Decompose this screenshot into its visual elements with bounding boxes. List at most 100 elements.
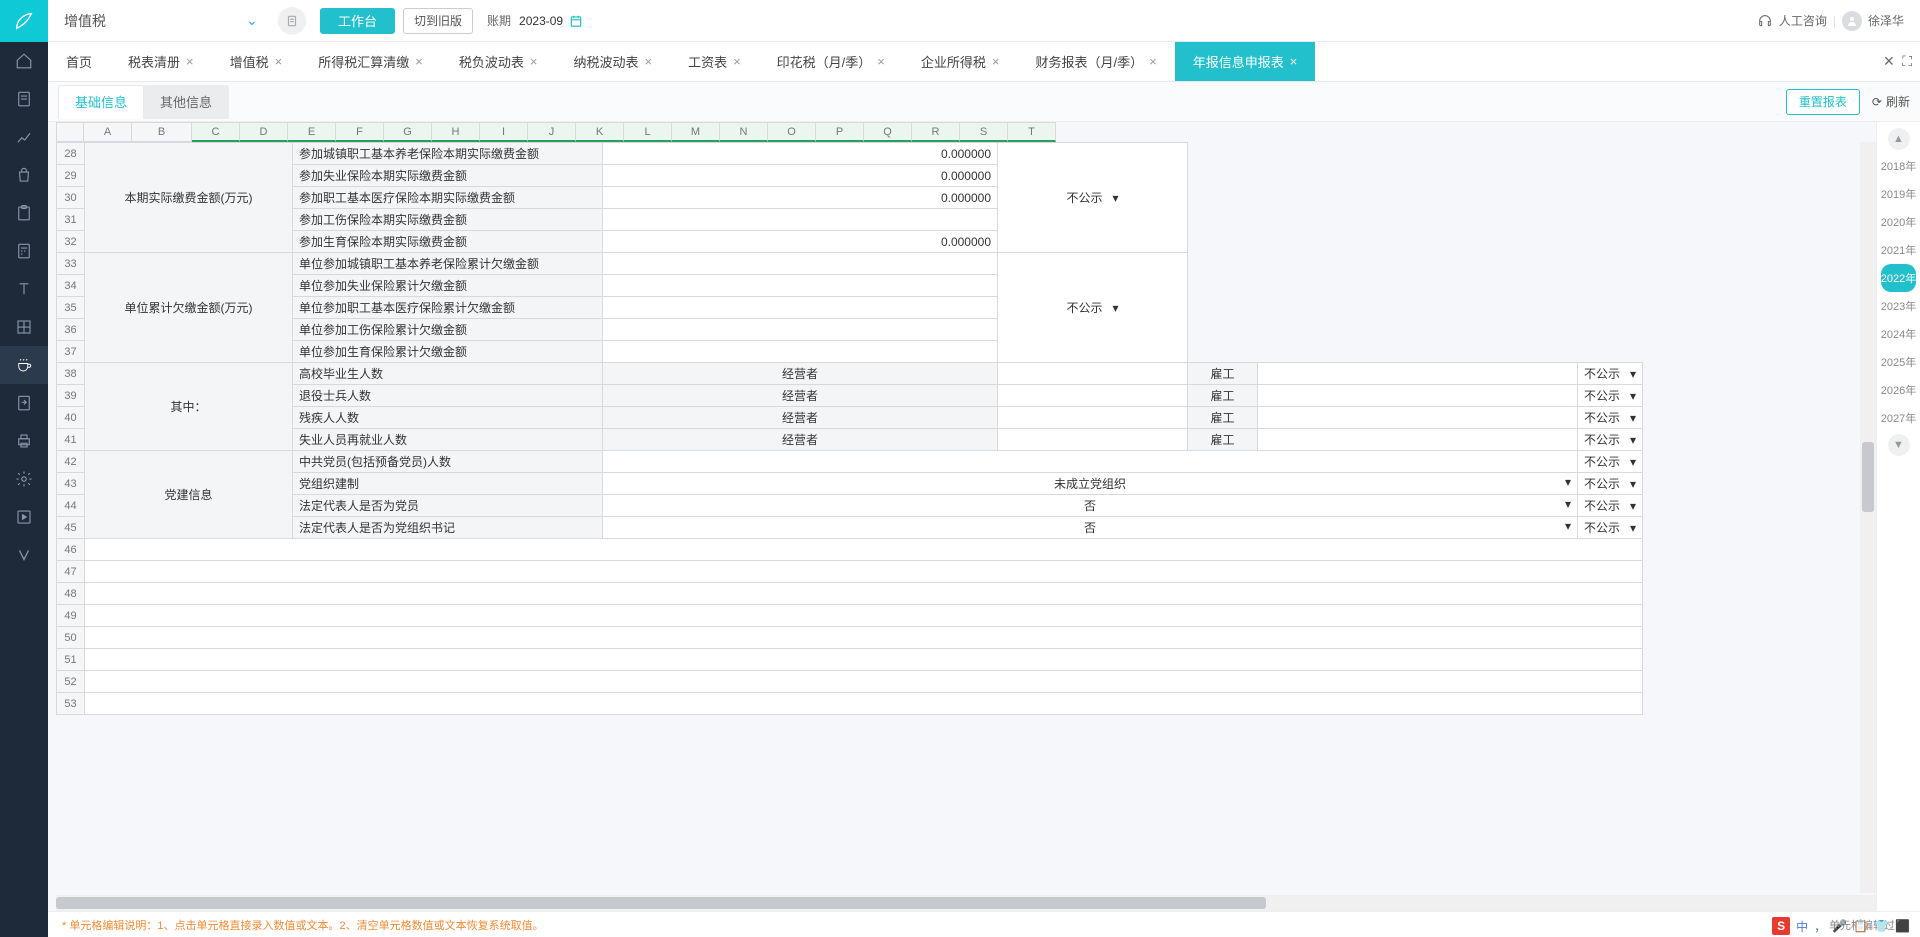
tab-纳税波动表[interactable]: 纳税波动表× — [555, 42, 670, 81]
expand-icon[interactable]: ⛶ — [1902, 53, 1912, 70]
cell[interactable]: 单位参加生育保险累计欠缴金额 — [293, 341, 603, 363]
tab-税负波动表[interactable]: 税负波动表× — [441, 42, 556, 81]
cell[interactable]: 高校毕业生人数 — [293, 363, 603, 385]
close-icon[interactable]: × — [415, 54, 423, 69]
dropdown-cell[interactable]: 不公示 ▾ — [1578, 385, 1643, 407]
cell[interactable]: 本期实际缴费金额(万元) — [85, 143, 293, 253]
col-header[interactable]: J — [528, 122, 576, 142]
cell[interactable] — [1258, 407, 1578, 429]
cell[interactable]: 36 — [57, 319, 85, 341]
ime-item[interactable]: 📋 — [1853, 919, 1868, 933]
col-header[interactable]: A — [84, 122, 132, 142]
cell[interactable]: 47 — [57, 561, 85, 583]
cell[interactable] — [1258, 385, 1578, 407]
refresh-button[interactable]: ⟳ 刷新 — [1872, 93, 1910, 110]
nav-text-icon[interactable] — [0, 270, 48, 308]
cell[interactable]: 雇工 — [1188, 385, 1258, 407]
cell[interactable] — [998, 363, 1188, 385]
col-header[interactable]: K — [576, 122, 624, 142]
year-option[interactable]: 2022年 — [1881, 264, 1916, 292]
dropdown-cell[interactable]: 不公示 ▾ — [998, 253, 1188, 363]
dropdown-cell[interactable]: 不公示 ▾ — [1578, 473, 1643, 495]
user-name[interactable]: 徐泽华 — [1868, 12, 1904, 29]
col-header[interactable]: B — [132, 122, 192, 142]
col-header[interactable]: I — [480, 122, 528, 142]
nav-play-icon[interactable] — [0, 498, 48, 536]
nav-print-icon[interactable] — [0, 422, 48, 460]
col-header[interactable]: D — [240, 122, 288, 142]
close-icon[interactable]: × — [1149, 54, 1157, 69]
calendar-icon[interactable] — [569, 14, 583, 28]
col-header[interactable] — [56, 122, 84, 142]
cell[interactable]: 41 — [57, 429, 85, 451]
horizontal-scrollbar[interactable] — [56, 895, 1876, 911]
dropdown-cell[interactable]: 不公示 ▾ — [998, 143, 1188, 253]
cell[interactable]: 52 — [57, 671, 85, 693]
cell[interactable]: 参加失业保险本期实际缴费金额 — [293, 165, 603, 187]
tab-首页[interactable]: 首页 — [48, 42, 110, 81]
cell[interactable]: 42 — [57, 451, 85, 473]
tab-所得税汇算清缴[interactable]: 所得税汇算清缴× — [300, 42, 441, 81]
cell[interactable]: 33 — [57, 253, 85, 275]
close-icon[interactable]: × — [877, 54, 885, 69]
cell[interactable]: 43 — [57, 473, 85, 495]
support-label[interactable]: 人工咨询 — [1779, 12, 1827, 29]
cell[interactable]: 44 — [57, 495, 85, 517]
switch-old-button[interactable]: 切到旧版 — [403, 8, 473, 34]
tax-type-dropdown[interactable]: 增值税 ⌄ — [64, 11, 264, 31]
cell[interactable] — [998, 429, 1188, 451]
nav-chart-icon[interactable] — [0, 118, 48, 156]
col-header[interactable]: E — [288, 122, 336, 142]
avatar-icon[interactable] — [1842, 11, 1862, 31]
year-option[interactable]: 2024年 — [1881, 320, 1916, 348]
cell[interactable]: 单位参加职工基本医疗保险累计欠缴金额 — [293, 297, 603, 319]
cell[interactable] — [603, 341, 998, 363]
dropdown-cell[interactable]: 不公示 ▾ — [1578, 363, 1643, 385]
cell[interactable]: 53 — [57, 693, 85, 715]
cell[interactable] — [1258, 363, 1578, 385]
cell[interactable]: 0.000000 — [603, 187, 998, 209]
year-option[interactable]: 2020年 — [1881, 208, 1916, 236]
close-icon[interactable]: × — [530, 54, 538, 69]
cell[interactable]: 35 — [57, 297, 85, 319]
cell[interactable] — [603, 297, 998, 319]
cell[interactable]: 37 — [57, 341, 85, 363]
cell[interactable]: 46 — [57, 539, 85, 561]
cell[interactable]: 29 — [57, 165, 85, 187]
cell[interactable]: 0.000000 — [603, 143, 998, 165]
cell[interactable] — [85, 605, 1643, 627]
cell[interactable]: 经营者 — [603, 429, 998, 451]
headset-icon[interactable] — [1757, 13, 1773, 29]
cell[interactable]: 31 — [57, 209, 85, 231]
close-icon[interactable]: × — [733, 54, 741, 69]
cell[interactable]: 单位参加工伤保险累计欠缴金额 — [293, 319, 603, 341]
col-header[interactable]: H — [432, 122, 480, 142]
vertical-scrollbar[interactable] — [1860, 142, 1876, 893]
year-option[interactable]: 2026年 — [1881, 376, 1916, 404]
cell[interactable]: 法定代表人是否为党组织书记 — [293, 517, 603, 539]
year-option[interactable]: 2027年 — [1881, 404, 1916, 432]
col-header[interactable]: C — [192, 122, 240, 142]
period-value[interactable]: 2023-09 — [519, 14, 563, 28]
cell[interactable]: 0.000000 — [603, 165, 998, 187]
col-header[interactable]: O — [768, 122, 816, 142]
close-all-tabs-icon[interactable]: × — [1884, 51, 1895, 72]
cell[interactable]: 雇工 — [1188, 429, 1258, 451]
cell[interactable]: 40 — [57, 407, 85, 429]
dropdown-cell[interactable]: 不公示 ▾ — [1578, 517, 1643, 539]
cell[interactable]: 51 — [57, 649, 85, 671]
cell[interactable] — [85, 693, 1643, 715]
cell[interactable]: 退役士兵人数 — [293, 385, 603, 407]
dropdown-cell[interactable]: 否▾ — [603, 495, 1578, 517]
cell[interactable] — [1258, 429, 1578, 451]
dropdown-cell[interactable]: 不公示 ▾ — [1578, 407, 1643, 429]
cell[interactable]: 参加职工基本医疗保险本期实际缴费金额 — [293, 187, 603, 209]
round-doc-icon[interactable] — [278, 7, 306, 35]
cell[interactable] — [85, 539, 1643, 561]
cell[interactable]: 50 — [57, 627, 85, 649]
nav-v-icon[interactable] — [0, 536, 48, 574]
cell[interactable]: 单位参加城镇职工基本养老保险累计欠缴金额 — [293, 253, 603, 275]
year-option[interactable]: 2019年 — [1881, 180, 1916, 208]
tab-税表清册[interactable]: 税表清册× — [110, 42, 212, 81]
cell[interactable] — [603, 209, 998, 231]
